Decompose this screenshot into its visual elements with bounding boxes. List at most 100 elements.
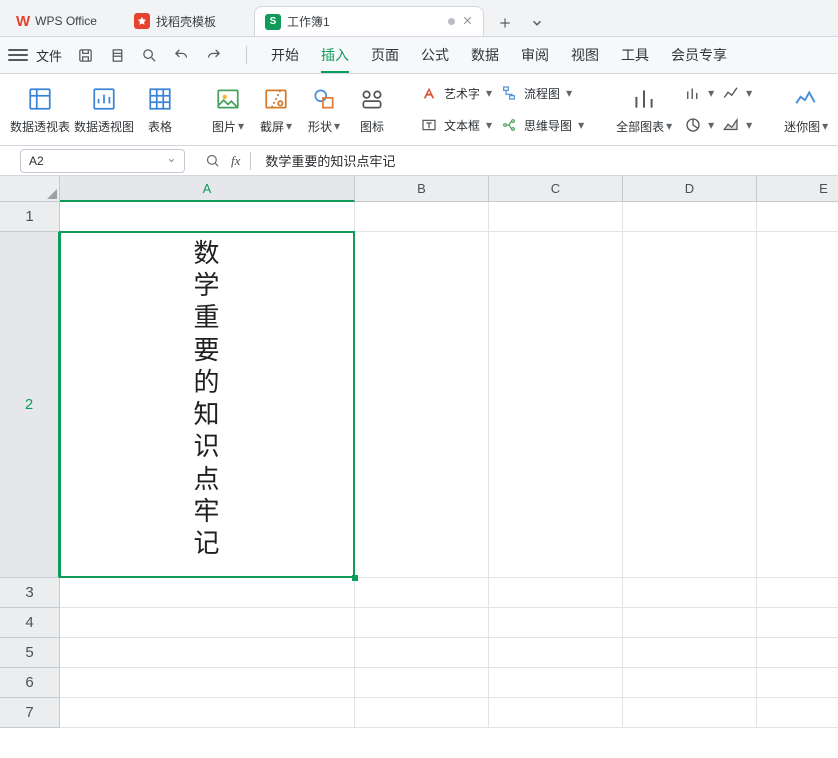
col-header-C[interactable]: C: [489, 176, 623, 202]
tab-overflow-button[interactable]: [526, 10, 548, 36]
fx-label[interactable]: fx: [231, 153, 240, 169]
cell-D4[interactable]: [623, 608, 757, 638]
preview-icon[interactable]: [138, 44, 160, 66]
cell-D1[interactable]: [623, 202, 757, 232]
cell-E4[interactable]: [757, 608, 838, 638]
file-menu[interactable]: 文件: [36, 46, 62, 65]
all-charts-button[interactable]: 全部图表▾: [608, 80, 680, 140]
tab-workbook-active[interactable]: S 工作簿1: [254, 6, 484, 36]
menu-tab-4[interactable]: 数据: [471, 37, 499, 73]
cell-D2[interactable]: [623, 232, 757, 578]
shapes-button[interactable]: 形状▾: [300, 80, 348, 140]
sparkline-button[interactable]: 迷你图▾: [776, 80, 836, 140]
cell-E6[interactable]: [757, 668, 838, 698]
row-header-3[interactable]: 3: [0, 578, 60, 608]
row-header-2[interactable]: 2: [0, 232, 60, 578]
cell-D7[interactable]: [623, 698, 757, 728]
wordart-button[interactable]: 艺术字▾: [416, 80, 496, 106]
menu-tab-2[interactable]: 页面: [371, 37, 399, 73]
cell-A1[interactable]: [60, 202, 355, 232]
menu-tab-1[interactable]: 插入: [321, 37, 349, 73]
tab-close-button[interactable]: [462, 15, 473, 29]
cell-C1[interactable]: [489, 202, 623, 232]
cell-E1[interactable]: [757, 202, 838, 232]
tab-template-store[interactable]: 找稻壳模板: [124, 6, 248, 36]
cell-E7[interactable]: [757, 698, 838, 728]
cell-D3[interactable]: [623, 578, 757, 608]
tab-workbook-label: 工作簿1: [287, 13, 330, 30]
cell-B4[interactable]: [355, 608, 489, 638]
cell-D5[interactable]: [623, 638, 757, 668]
menu-tab-5[interactable]: 审阅: [521, 37, 549, 73]
cell-C4[interactable]: [489, 608, 623, 638]
menu-tabs: 开始插入页面公式数据审阅视图工具会员专享: [271, 37, 727, 73]
cell-A3[interactable]: [60, 578, 355, 608]
table-button[interactable]: 表格: [136, 80, 184, 140]
cell-B5[interactable]: [355, 638, 489, 668]
cancel-formula-icon[interactable]: [203, 152, 221, 170]
cell-E2[interactable]: [757, 232, 838, 578]
icons-button[interactable]: 图标: [348, 80, 396, 140]
menu-tab-8[interactable]: 会员专享: [671, 37, 727, 73]
new-tab-button[interactable]: [490, 10, 520, 36]
cell-B2[interactable]: [355, 232, 489, 578]
cell-B1[interactable]: [355, 202, 489, 232]
row-header-5[interactable]: 5: [0, 638, 60, 668]
chart-line-button[interactable]: ▾: [718, 80, 756, 106]
chart-bar-button[interactable]: ▾: [680, 80, 718, 106]
pivot-table-label: 数据透视表: [10, 118, 70, 135]
menu-tab-7[interactable]: 工具: [621, 37, 649, 73]
cell-E3[interactable]: [757, 578, 838, 608]
cell-B3[interactable]: [355, 578, 489, 608]
cell-A7[interactable]: [60, 698, 355, 728]
formula-input[interactable]: 数学重要的知识点牢记: [259, 151, 838, 170]
screenshot-label: 截屏: [260, 118, 284, 135]
sparkline-label: 迷你图: [784, 118, 820, 135]
row-header-4[interactable]: 4: [0, 608, 60, 638]
col-header-A[interactable]: A: [60, 176, 355, 202]
chart-pie-button[interactable]: ▾: [680, 112, 718, 138]
cell-B7[interactable]: [355, 698, 489, 728]
cell-E5[interactable]: [757, 638, 838, 668]
pivot-table-button[interactable]: 数据透视表: [8, 80, 72, 140]
flowchart-button[interactable]: 流程图▾: [496, 80, 588, 106]
row-header-1[interactable]: 1: [0, 202, 60, 232]
cell-C6[interactable]: [489, 668, 623, 698]
select-all-corner[interactable]: [0, 176, 60, 202]
save-icon[interactable]: [74, 44, 96, 66]
cell-C3[interactable]: [489, 578, 623, 608]
picture-button[interactable]: 图片▾: [204, 80, 252, 140]
formula-bar: A2 fx 数学重要的知识点牢记: [0, 146, 838, 176]
col-header-D[interactable]: D: [623, 176, 757, 202]
undo-icon[interactable]: [170, 44, 192, 66]
menu-tab-3[interactable]: 公式: [421, 37, 449, 73]
print-icon[interactable]: [106, 44, 128, 66]
menu-tab-0[interactable]: 开始: [271, 37, 299, 73]
wordart-label: 艺术字: [444, 85, 480, 102]
cell-A6[interactable]: [60, 668, 355, 698]
cells-area[interactable]: [60, 202, 838, 728]
menu-tab-6[interactable]: 视图: [571, 37, 599, 73]
mindmap-icon: [500, 116, 518, 134]
hamburger-menu-icon[interactable]: [8, 45, 28, 65]
row-header-7[interactable]: 7: [0, 698, 60, 728]
cell-D6[interactable]: [623, 668, 757, 698]
col-header-E[interactable]: E: [757, 176, 838, 202]
pivot-chart-button[interactable]: 数据透视图: [72, 80, 136, 140]
name-box[interactable]: A2: [20, 149, 185, 173]
col-header-B[interactable]: B: [355, 176, 489, 202]
app-tab-wps[interactable]: W WPS Office: [6, 6, 118, 36]
textbox-button[interactable]: 文本框▾: [416, 112, 496, 138]
chart-area-button[interactable]: ▾: [718, 112, 756, 138]
icons-label: 图标: [360, 118, 384, 135]
cell-B6[interactable]: [355, 668, 489, 698]
cell-C2[interactable]: [489, 232, 623, 578]
row-header-6[interactable]: 6: [0, 668, 60, 698]
cell-A4[interactable]: [60, 608, 355, 638]
redo-icon[interactable]: [202, 44, 224, 66]
mindmap-button[interactable]: 思维导图▾: [496, 112, 588, 138]
cell-C5[interactable]: [489, 638, 623, 668]
cell-C7[interactable]: [489, 698, 623, 728]
screenshot-button[interactable]: 截屏▾: [252, 80, 300, 140]
cell-A5[interactable]: [60, 638, 355, 668]
